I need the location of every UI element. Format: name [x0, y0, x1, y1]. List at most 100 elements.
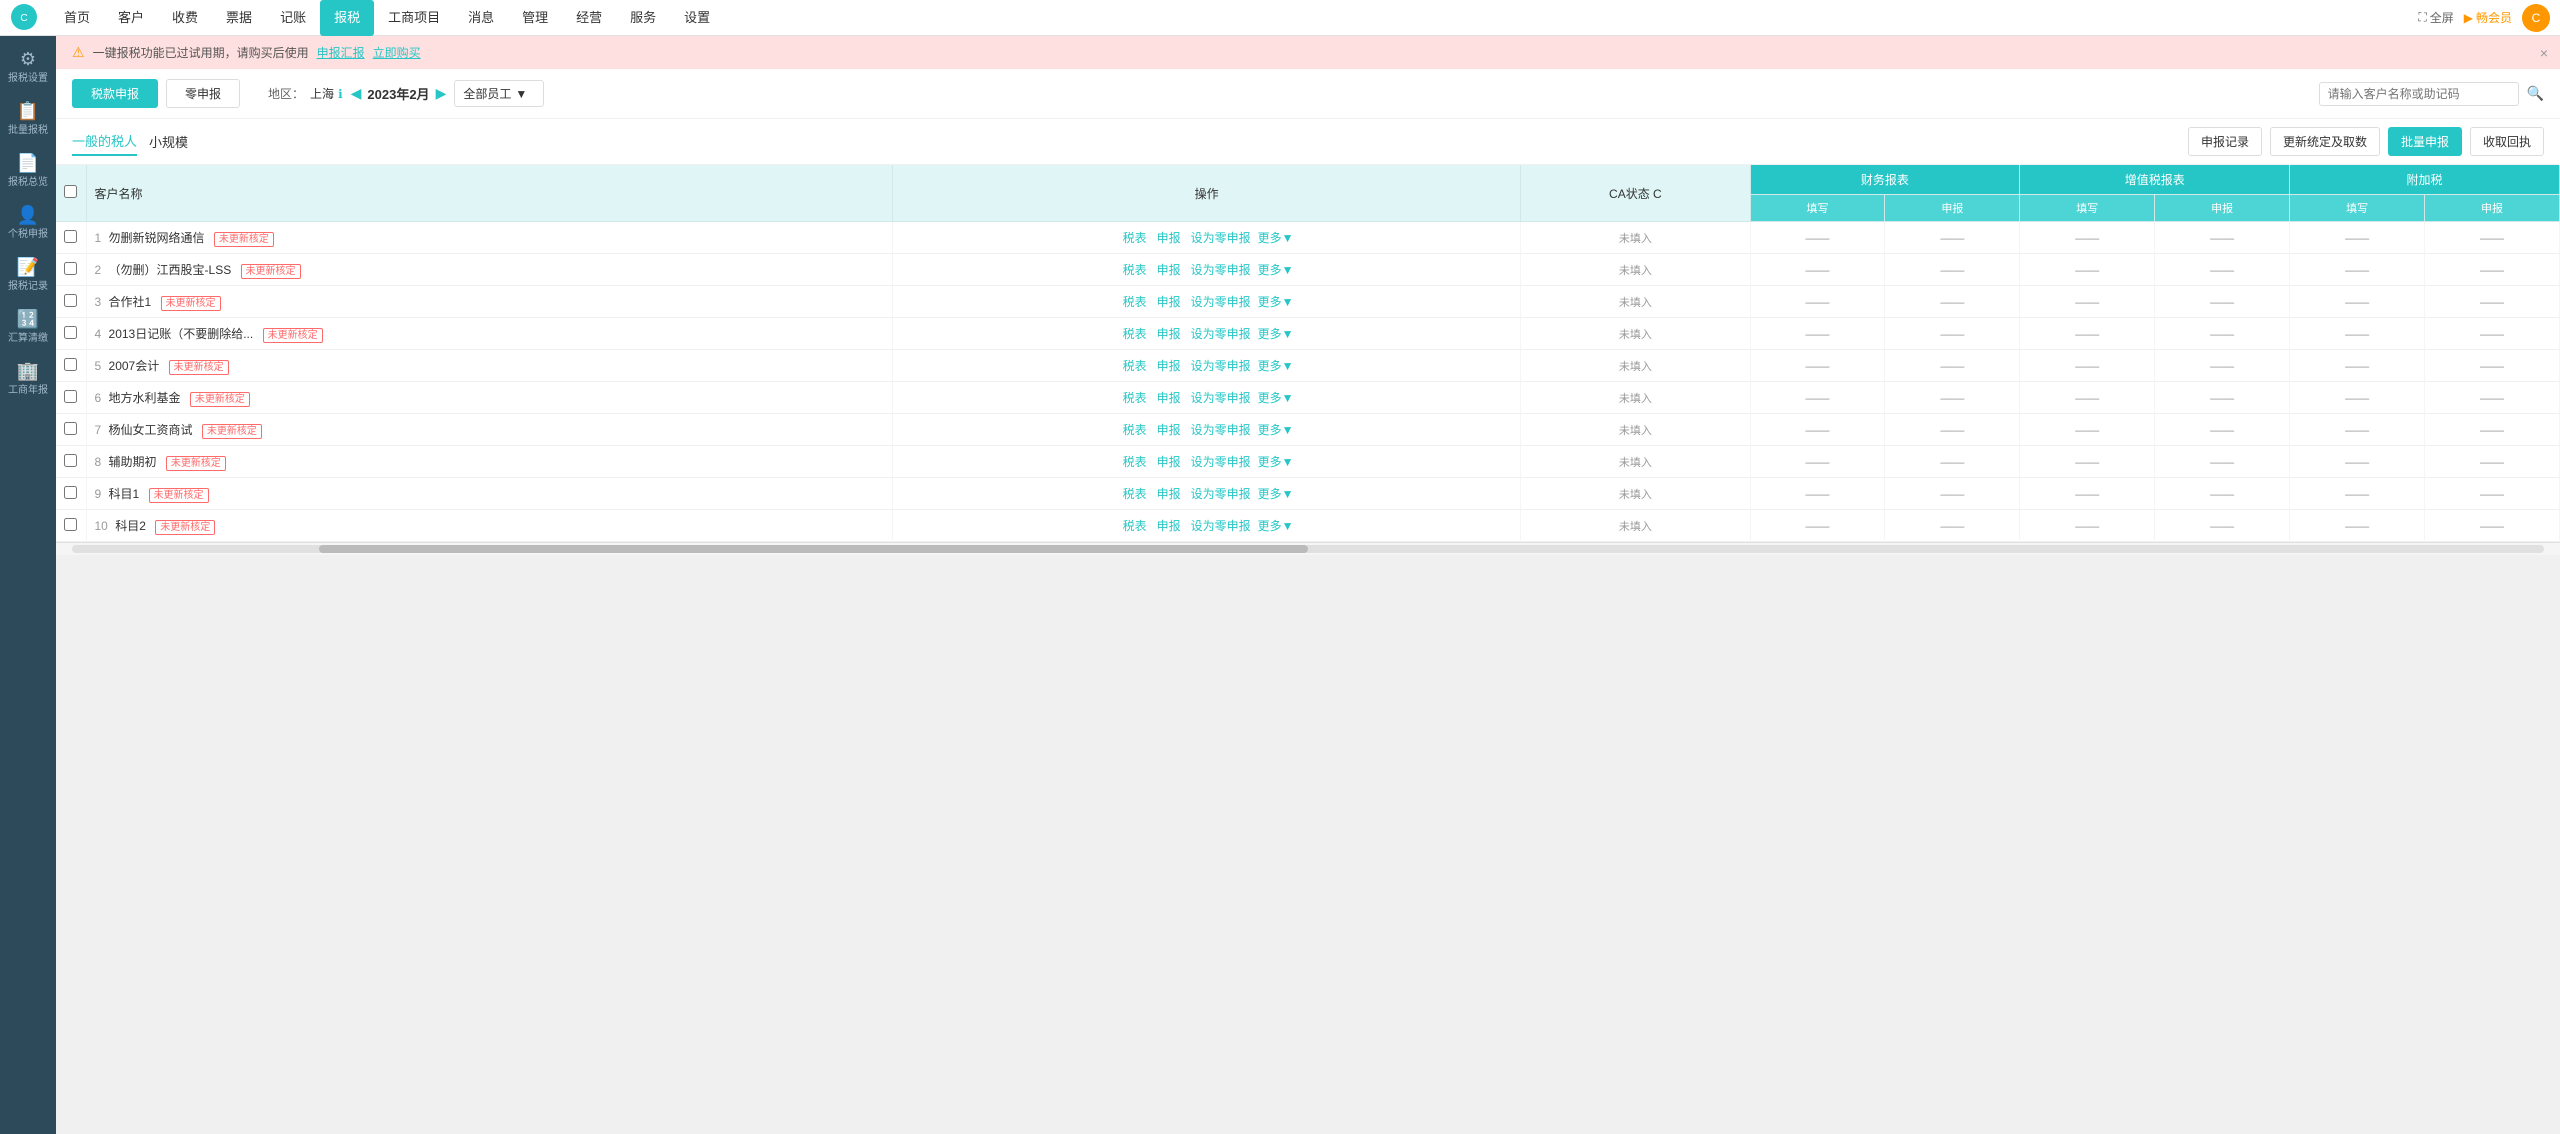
op-declare[interactable]: 申报 — [1157, 357, 1181, 374]
op-declare[interactable]: 申报 — [1157, 517, 1181, 534]
op-zero-declare[interactable]: 设为零申报 — [1191, 389, 1251, 406]
alert-link-buy[interactable]: 立即购买 — [373, 44, 421, 61]
nav-settings[interactable]: 设置 — [670, 0, 724, 36]
op-declare[interactable]: 申报 — [1157, 293, 1181, 310]
op-tax-table[interactable]: 税表 — [1123, 261, 1147, 278]
fetch-back-button[interactable]: 收取回执 — [2470, 127, 2544, 156]
info-icon[interactable]: ℹ — [338, 87, 343, 101]
row-checkbox-0[interactable] — [64, 230, 77, 243]
op-more[interactable]: 更多▼ — [1258, 357, 1294, 374]
op-tax-table[interactable]: 税表 — [1123, 293, 1147, 310]
op-more[interactable]: 更多▼ — [1258, 293, 1294, 310]
op-more[interactable]: 更多▼ — [1258, 517, 1294, 534]
nav-customer[interactable]: 客户 — [104, 0, 158, 36]
op-zero-declare[interactable]: 设为零申报 — [1191, 357, 1251, 374]
row-finance-declare: —— — [1885, 350, 2020, 382]
batch-declare-button[interactable]: 批量申报 — [2388, 127, 2462, 156]
op-declare[interactable]: 申报 — [1157, 453, 1181, 470]
sidebar-item-annual-settlement[interactable]: 🔢 汇算清缴 — [0, 301, 56, 353]
nav-operation[interactable]: 经营 — [562, 0, 616, 36]
row-checkbox-7[interactable] — [64, 454, 77, 467]
op-zero-declare[interactable]: 设为零申报 — [1191, 325, 1251, 342]
staff-select[interactable]: 全部员工 ▼ — [454, 80, 544, 107]
row-num: 10 — [95, 519, 108, 533]
avatar[interactable]: C — [2522, 4, 2550, 32]
op-declare[interactable]: 申报 — [1157, 229, 1181, 246]
op-tax-table[interactable]: 税表 — [1123, 325, 1147, 342]
nav-service[interactable]: 服务 — [616, 0, 670, 36]
op-more[interactable]: 更多▼ — [1258, 421, 1294, 438]
sidebar-item-batch-tax[interactable]: 📋 批量报税 — [0, 93, 56, 145]
row-checkbox-3[interactable] — [64, 326, 77, 339]
nav-manage[interactable]: 管理 — [508, 0, 562, 36]
op-more[interactable]: 更多▼ — [1258, 261, 1294, 278]
nav-message[interactable]: 消息 — [454, 0, 508, 36]
sidebar-label-tax-settings: 报税设置 — [8, 73, 48, 85]
select-all-checkbox[interactable] — [64, 185, 77, 198]
row-checkbox-cell — [56, 510, 86, 542]
op-tax-table[interactable]: 税表 — [1123, 421, 1147, 438]
row-declare-fill: —— — [2020, 318, 2155, 350]
fullscreen-button[interactable]: ⛶ 全屏 — [2418, 9, 2453, 26]
op-more[interactable]: 更多▼ — [1258, 453, 1294, 470]
op-more[interactable]: 更多▼ — [1258, 389, 1294, 406]
nav-home[interactable]: 首页 — [50, 0, 104, 36]
tab-tax-declare[interactable]: 税款申报 — [72, 79, 158, 108]
op-zero-declare[interactable]: 设为零申报 — [1191, 453, 1251, 470]
row-checkbox-8[interactable] — [64, 486, 77, 499]
op-zero-declare[interactable]: 设为零申报 — [1191, 517, 1251, 534]
row-checkbox-9[interactable] — [64, 518, 77, 531]
nav-business[interactable]: 工商项目 — [374, 0, 454, 36]
op-tax-table[interactable]: 税表 — [1123, 389, 1147, 406]
op-declare[interactable]: 申报 — [1157, 325, 1181, 342]
op-tax-table[interactable]: 税表 — [1123, 357, 1147, 374]
search-button[interactable]: 🔍 — [2527, 85, 2544, 102]
nav-bookkeeping[interactable]: 记账 — [266, 0, 320, 36]
nav-billing[interactable]: 收费 — [158, 0, 212, 36]
op-tax-table[interactable]: 税表 — [1123, 229, 1147, 246]
op-zero-declare[interactable]: 设为零申报 — [1191, 421, 1251, 438]
op-more[interactable]: 更多▼ — [1258, 229, 1294, 246]
sidebar-item-tax-overview[interactable]: 📄 报税总览 — [0, 145, 56, 197]
horizontal-scrollbar[interactable] — [56, 542, 2560, 555]
alert-link-report[interactable]: 申报汇报 — [317, 44, 365, 61]
row-checkbox-2[interactable] — [64, 294, 77, 307]
op-zero-declare[interactable]: 设为零申报 — [1191, 229, 1251, 246]
op-more[interactable]: 更多▼ — [1258, 325, 1294, 342]
alert-close-button[interactable]: × — [2540, 45, 2548, 61]
tab-general-taxpayer[interactable]: 一般的税人 — [72, 127, 137, 156]
member-button[interactable]: ▶ 畅会员 — [2464, 9, 2512, 26]
op-tax-table[interactable]: 税表 — [1123, 453, 1147, 470]
row-checkbox-4[interactable] — [64, 358, 77, 371]
op-zero-declare[interactable]: 设为零申报 — [1191, 261, 1251, 278]
op-declare[interactable]: 申报 — [1157, 485, 1181, 502]
declare-record-button[interactable]: 申报记录 — [2188, 127, 2262, 156]
row-checkbox-5[interactable] — [64, 390, 77, 403]
row-finance-fill: —— — [1750, 222, 1885, 254]
op-zero-declare[interactable]: 设为零申报 — [1191, 293, 1251, 310]
top-nav-right: ⛶ 全屏 ▶ 畅会员 C — [2418, 4, 2550, 32]
row-vat-declare: —— — [2425, 318, 2560, 350]
sidebar-item-tax-record[interactable]: 📝 报税记录 — [0, 249, 56, 301]
row-checkbox-1[interactable] — [64, 262, 77, 275]
tab-zero-declare[interactable]: 零申报 — [166, 79, 240, 108]
op-declare[interactable]: 申报 — [1157, 261, 1181, 278]
op-tax-table[interactable]: 税表 — [1123, 517, 1147, 534]
update-fetch-button[interactable]: 更新统定及取数 — [2270, 127, 2380, 156]
op-zero-declare[interactable]: 设为零申报 — [1191, 485, 1251, 502]
tab-small-scale[interactable]: 小规模 — [149, 128, 188, 155]
date-next-button[interactable]: ▶ — [436, 85, 447, 102]
row-finance-fill: —— — [1750, 414, 1885, 446]
sidebar-item-personal-tax[interactable]: 👤 个税申报 — [0, 197, 56, 249]
nav-tax[interactable]: 报税 — [320, 0, 374, 36]
sidebar-item-tax-settings[interactable]: ⚙ 报税设置 — [0, 41, 56, 93]
op-tax-table[interactable]: 税表 — [1123, 485, 1147, 502]
op-declare[interactable]: 申报 — [1157, 421, 1181, 438]
sidebar-item-annual-report[interactable]: 🏢 工商年报 — [0, 353, 56, 405]
nav-invoice[interactable]: 票据 — [212, 0, 266, 36]
search-input[interactable] — [2319, 82, 2519, 106]
date-prev-button[interactable]: ◀ — [351, 85, 362, 102]
op-declare[interactable]: 申报 — [1157, 389, 1181, 406]
row-checkbox-6[interactable] — [64, 422, 77, 435]
op-more[interactable]: 更多▼ — [1258, 485, 1294, 502]
